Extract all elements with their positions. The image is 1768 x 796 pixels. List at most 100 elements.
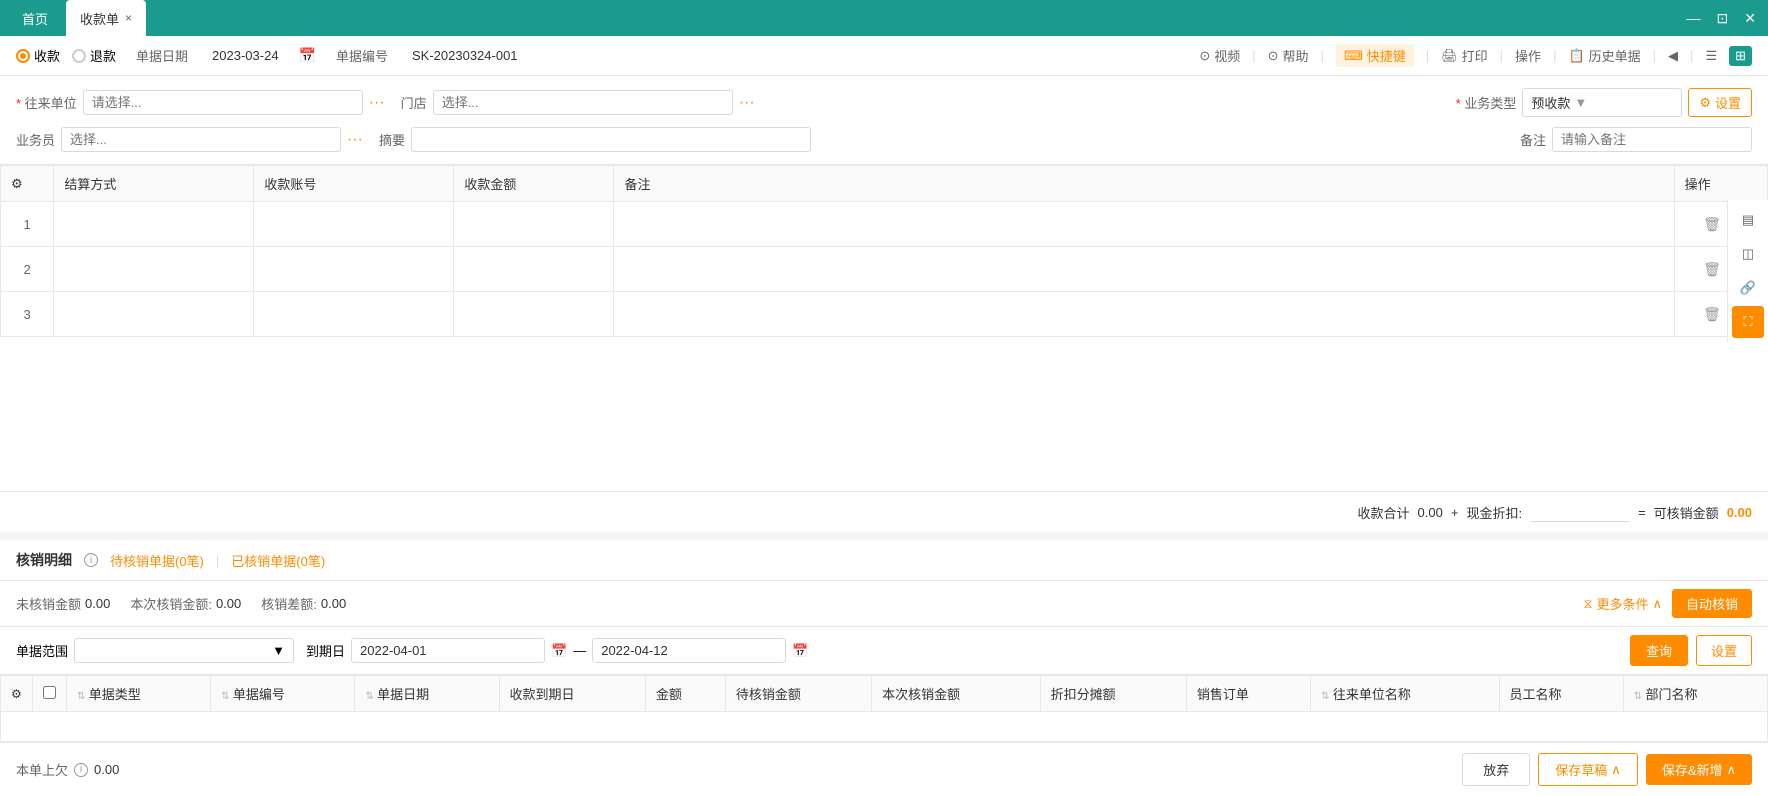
row-3-account[interactable] [254, 292, 454, 337]
right-panel-btn-4[interactable]: ⛶ [1732, 306, 1764, 338]
row-3-settlement[interactable] [54, 292, 254, 337]
save-draft-button[interactable]: 保存草稿 ∧ [1538, 753, 1638, 786]
right-panel-btn-1[interactable]: ▤ [1732, 204, 1764, 236]
abandon-button[interactable]: 放弃 [1462, 753, 1530, 786]
row-3-delete-btn[interactable]: 🗑 [1701, 304, 1723, 325]
row-2-amount[interactable] [454, 247, 614, 292]
list-view-icon[interactable]: ☰ [1705, 48, 1717, 64]
discount-input[interactable] [1530, 502, 1630, 522]
tab-home[interactable]: 首页 [8, 0, 62, 36]
print-label: 打印 [1462, 46, 1488, 65]
row-3-amount[interactable] [454, 292, 614, 337]
more-conditions-btn[interactable]: ⧖ 更多条件 ∧ [1583, 594, 1662, 613]
auto-reconcile-button[interactable]: 自动核销 [1672, 589, 1752, 618]
bottom-checkbox-header[interactable] [33, 676, 67, 712]
sales-order-header: 销售订单 [1186, 676, 1310, 712]
close-button[interactable]: ✕ [1740, 8, 1760, 29]
gear-icon: ⚙ [1699, 95, 1711, 111]
row-1-amount[interactable] [454, 202, 614, 247]
due-date-header: 收款到期日 [499, 676, 645, 712]
done-tab[interactable]: 已核销单据(0笔) [231, 551, 325, 570]
calendar-end-icon[interactable]: 📅 [792, 643, 808, 659]
right-panel-btn-3[interactable]: 🔗 [1732, 272, 1764, 304]
counterpart-input[interactable] [83, 90, 363, 115]
bottom-gear-header[interactable]: ⚙ [1, 676, 33, 712]
pending-tab[interactable]: 待核销单据(0笔) [110, 551, 204, 570]
radio-receive-dot [16, 49, 30, 63]
search-actions: 查询 设置 [1630, 635, 1752, 666]
salesman-dots-icon[interactable]: ··· [347, 131, 363, 149]
remark-label: 备注 [1520, 130, 1546, 149]
calendar-icon[interactable]: 📅 [299, 47, 316, 64]
operation-btn[interactable]: 操作 [1515, 46, 1541, 65]
row-2-remark[interactable] [614, 247, 1674, 292]
radio-refund-label: 退款 [90, 46, 116, 65]
salesman-label: 业务员 [16, 130, 55, 149]
business-type-select[interactable]: 预收款 ▼ [1522, 88, 1682, 117]
reconcile-info-icon[interactable]: i [84, 553, 98, 567]
search-button[interactable]: 查询 [1630, 635, 1688, 666]
video-icon: ⊙ [1199, 48, 1210, 64]
date-label: 单据日期 [136, 46, 188, 65]
summary-input[interactable] [411, 127, 811, 152]
row-2-account[interactable] [254, 247, 454, 292]
range-select[interactable]: ▼ [74, 638, 294, 663]
restore-button[interactable]: ⊡ [1713, 8, 1733, 29]
sep4: | [1500, 48, 1503, 63]
diff-value: 0.00 [321, 596, 346, 611]
radio-refund-dot [72, 49, 86, 63]
grid-view-icon[interactable]: ⊞ [1729, 46, 1752, 66]
tab-close-icon[interactable]: × [125, 11, 132, 25]
due-date-start-input[interactable] [351, 638, 545, 663]
row-1-settlement[interactable] [54, 202, 254, 247]
row-1-remark[interactable] [614, 202, 1674, 247]
balance-info-icon[interactable]: i [74, 763, 88, 777]
current-label: 本次核销金额: [130, 594, 212, 613]
footer-right: 放弃 保存草稿 ∧ 保存&新增 ∧ [1462, 753, 1752, 786]
row-3-remark[interactable] [614, 292, 1674, 337]
range-dropdown-icon: ▼ [272, 643, 285, 658]
help-btn[interactable]: ⊙ 帮助 [1268, 46, 1309, 65]
minimize-button[interactable]: — [1683, 8, 1705, 28]
row-2-delete-btn[interactable]: 🗑 [1701, 259, 1723, 280]
date-value[interactable]: 2023-03-24 [212, 48, 279, 63]
store-input[interactable] [433, 90, 733, 115]
search-settings-button[interactable]: 设置 [1696, 635, 1752, 666]
shortcut-btn[interactable]: ⌨ 快捷键 [1336, 44, 1414, 67]
sep2: | [1321, 48, 1324, 63]
balance-value: 0.00 [94, 762, 119, 777]
row-1-delete-btn[interactable]: 🗑 [1701, 214, 1723, 235]
tab-bar: 首页 收款单 × — ⊡ ✕ [0, 0, 1768, 36]
right-panel-btn-2[interactable]: ◫ [1732, 238, 1764, 270]
store-dots-icon[interactable]: ··· [739, 94, 755, 112]
account-header: 收款账号 [254, 166, 454, 202]
tab-active[interactable]: 收款单 × [66, 0, 146, 36]
save-new-button[interactable]: 保存&新增 ∧ [1646, 754, 1752, 785]
row-2-num: 2 [1, 247, 54, 292]
calendar-start-icon[interactable]: 📅 [551, 643, 567, 659]
table-row: 1 🗑 ⧉ [1, 202, 1768, 247]
remark-input[interactable] [1552, 127, 1752, 152]
counterpart-label: 往来单位 [16, 93, 77, 112]
nav-prev-icon[interactable]: ◀ [1668, 48, 1678, 64]
row-1-account[interactable] [254, 202, 454, 247]
select-all-checkbox[interactable] [43, 686, 56, 699]
settings-button[interactable]: ⚙ 设置 [1688, 88, 1752, 117]
table-gear-header[interactable]: ⚙ [1, 166, 54, 202]
counterpart-dots-icon[interactable]: ··· [369, 94, 385, 112]
video-btn[interactable]: ⊙ 视频 [1199, 46, 1240, 65]
radio-refund[interactable]: 退款 [72, 46, 116, 65]
tab-divider: | [216, 553, 219, 568]
history-btn[interactable]: 📋 历史单据 [1568, 46, 1640, 65]
settlement-header: 结算方式 [54, 166, 254, 202]
footer-left: 本单上欠 i 0.00 [16, 760, 119, 779]
row-2-settlement[interactable] [54, 247, 254, 292]
radio-receive[interactable]: 收款 [16, 46, 60, 65]
table-row: 2 🗑 ⧉ [1, 247, 1768, 292]
salesman-input[interactable] [61, 127, 341, 152]
main-table: ⚙ 结算方式 收款账号 收款金额 备注 操作 1 🗑 ⧉ [0, 165, 1768, 337]
total-value: 0.00 [1418, 505, 1443, 520]
footer: 本单上欠 i 0.00 放弃 保存草稿 ∧ 保存&新增 ∧ [0, 742, 1768, 796]
print-btn[interactable]: 🖨 打印 [1441, 46, 1488, 65]
due-date-end-input[interactable] [592, 638, 786, 663]
